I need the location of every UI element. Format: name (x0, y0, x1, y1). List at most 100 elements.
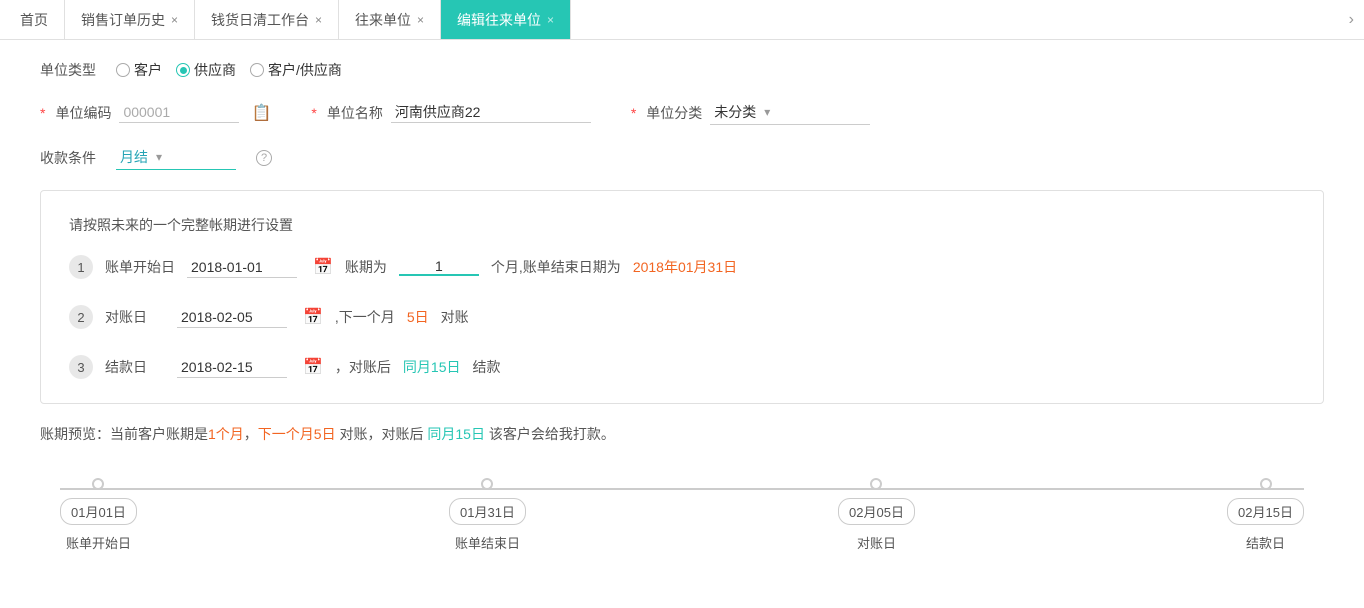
timeline-date-0: 01月01日 (60, 498, 137, 525)
radio-supplier-dot (180, 67, 187, 74)
payment-term-chevron: ▾ (156, 150, 162, 164)
radio-both-label: 客户/供应商 (268, 60, 342, 80)
row-label-3: 结款日 (105, 357, 165, 377)
unit-name-input[interactable] (391, 102, 591, 123)
unit-type-row: 单位类型 客户 供应商 客户/供应商 (40, 60, 1324, 80)
unit-category-select[interactable]: 未分类 ▾ (710, 100, 870, 125)
unit-code-group: * 单位编码 📋 (40, 102, 271, 123)
unit-name-group: * 单位名称 (311, 102, 590, 123)
row-2-desc-plain2: 对账 (441, 307, 469, 327)
unit-code-icon[interactable]: 📋 (251, 103, 271, 123)
tab-bar: 首页 销售订单历史 × 钱货日清工作台 × 往来单位 × 编辑往来单位 × › (0, 0, 1364, 40)
radio-customer-circle (116, 63, 130, 77)
unit-name-star: * (311, 105, 316, 121)
close-partner[interactable]: × (417, 14, 424, 26)
radio-both[interactable]: 客户/供应商 (250, 60, 342, 80)
timeline-nodes: 01月01日 账单开始日 01月31日 账单结束日 02月05日 对账日 02月… (60, 478, 1304, 552)
unit-category-value: 未分类 (714, 102, 756, 122)
reconcile-date-input[interactable] (177, 307, 287, 328)
payment-term-value: 月结 (120, 147, 148, 167)
setting-row-1: 1 账单开始日 📅 账期为 个月,账单结束日期为 2018年01月31日 (69, 255, 1295, 279)
timeline-label-1: 账单结束日 (455, 533, 520, 552)
tab-cash-work[interactable]: 钱货日清工作台 × (195, 0, 339, 39)
tab-edit-partner-label: 编辑往来单位 (457, 10, 541, 30)
radio-customer-label: 客户 (134, 60, 162, 80)
tab-edit-partner[interactable]: 编辑往来单位 × (441, 0, 571, 39)
unit-code-label: 单位编码 (55, 103, 111, 123)
row-1-desc-prefix: 账期为 (345, 257, 387, 277)
timeline-date-2: 02月05日 (838, 498, 915, 525)
timeline-date-1: 01月31日 (449, 498, 526, 525)
row-2-highlight: 5日 (407, 307, 429, 327)
row-num-1: 1 (69, 255, 93, 279)
timeline-dot-3 (1260, 478, 1272, 490)
preview-prefix: 账期预览：当前客户账期是 (40, 426, 208, 442)
timeline-dot-1 (481, 478, 493, 490)
radio-supplier-label: 供应商 (194, 60, 236, 80)
payment-date-input[interactable] (177, 357, 287, 378)
tab-cash-work-label: 钱货日清工作台 (211, 10, 309, 30)
row-3-highlight: 同月15日 (403, 357, 461, 377)
close-cash-work[interactable]: × (315, 14, 322, 26)
tab-sales-history[interactable]: 销售订单历史 × (65, 0, 195, 39)
row-3-desc-plain1: ，对账后 (335, 357, 391, 377)
row-1-desc-suffix: 个月,账单结束日期为 (491, 257, 621, 277)
preview-mid1: ， (244, 426, 258, 442)
tab-home[interactable]: 首页 (0, 0, 65, 39)
preview-part3: 同月15日 (423, 426, 484, 442)
tab-partner-label: 往来单位 (355, 10, 411, 30)
preview-mid2: 对账，对账后 (336, 426, 424, 442)
timeline-node-2: 02月05日 对账日 (838, 478, 915, 552)
preview-section: 账期预览：当前客户账期是1个月，下一个月5日 对账，对账后 同月15日 该客户会… (40, 424, 1324, 444)
preview-suffix: 该客户会给我打款。 (485, 426, 615, 442)
row-num-3: 3 (69, 355, 93, 379)
row-3-desc-plain2: 结款 (473, 357, 501, 377)
timeline-dot-2 (870, 478, 882, 490)
tab-scroll-arrow[interactable]: › (1339, 0, 1364, 39)
unit-type-radio-group: 客户 供应商 客户/供应商 (116, 60, 342, 80)
timeline-node-3: 02月15日 结款日 (1227, 478, 1304, 552)
payment-date-cal-icon[interactable]: 📅 (303, 357, 323, 377)
row-label-2: 对账日 (105, 307, 165, 327)
radio-customer[interactable]: 客户 (116, 60, 162, 80)
info-row: * 单位编码 📋 * 单位名称 * 单位分类 未分类 ▾ (40, 100, 1324, 125)
start-date-cal-icon[interactable]: 📅 (313, 257, 333, 277)
unit-name-label: 单位名称 (327, 103, 383, 123)
payment-term-select[interactable]: 月结 ▾ (116, 145, 236, 170)
radio-both-circle (250, 63, 264, 77)
timeline-label-0: 账单开始日 (66, 533, 131, 552)
help-icon[interactable]: ? (256, 150, 272, 166)
unit-code-input[interactable] (119, 102, 239, 123)
preview-part1: 1个月 (208, 426, 244, 442)
row-label-1: 账单开始日 (105, 257, 175, 277)
period-input[interactable] (399, 258, 479, 276)
tab-sales-history-label: 销售订单历史 (81, 10, 165, 30)
reconcile-date-cal-icon[interactable]: 📅 (303, 307, 323, 327)
settings-panel: 请按照未来的一个完整帐期进行设置 1 账单开始日 📅 账期为 个月,账单结束日期… (40, 190, 1324, 404)
unit-type-label: 单位类型 (40, 60, 96, 80)
timeline-label-2: 对账日 (857, 533, 896, 552)
start-date-input[interactable] (187, 257, 297, 278)
tab-home-label: 首页 (20, 10, 48, 30)
tab-partner[interactable]: 往来单位 × (339, 0, 441, 39)
close-edit-partner[interactable]: × (547, 14, 554, 26)
timeline-label-3: 结款日 (1246, 533, 1285, 552)
row-num-2: 2 (69, 305, 93, 329)
unit-category-chevron: ▾ (764, 105, 770, 119)
timeline: 01月01日 账单开始日 01月31日 账单结束日 02月05日 对账日 02月… (40, 468, 1324, 582)
timeline-node-1: 01月31日 账单结束日 (449, 478, 526, 552)
row-2-desc-plain1: ,下一个月 (335, 307, 395, 327)
timeline-dot-0 (92, 478, 104, 490)
timeline-node-0: 01月01日 账单开始日 (60, 478, 137, 552)
radio-supplier[interactable]: 供应商 (176, 60, 236, 80)
unit-code-star: * (40, 105, 45, 121)
row-1-end-date: 2018年01月31日 (633, 257, 737, 277)
unit-category-label: 单位分类 (646, 103, 702, 123)
close-sales-history[interactable]: × (171, 14, 178, 26)
timeline-date-3: 02月15日 (1227, 498, 1304, 525)
payment-term-label: 收款条件 (40, 148, 96, 168)
setting-row-3: 3 结款日 📅 ，对账后 同月15日 结款 (69, 355, 1295, 379)
preview-part2: 下一个月5日 (258, 426, 336, 442)
main-content: 单位类型 客户 供应商 客户/供应商 * 单位编码 📋 (0, 40, 1364, 608)
unit-category-group: * 单位分类 未分类 ▾ (631, 100, 870, 125)
